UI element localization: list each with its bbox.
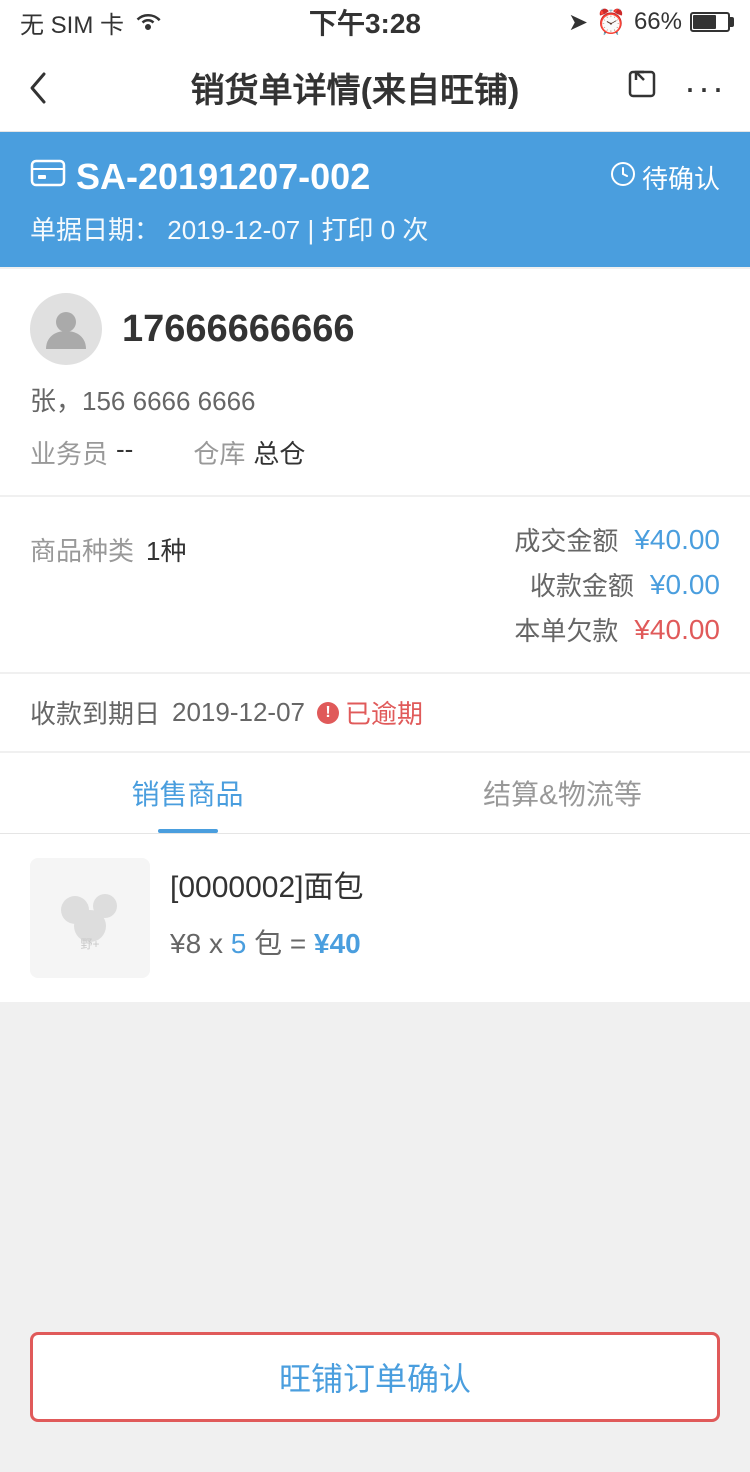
page-title: 销货单详情(来自旺铺) [84,63,626,112]
customer-meta: 业务员 -- 仓库 总仓 [30,434,720,471]
tabs-container: 销售商品 结算&物流等 [0,753,750,834]
alarm-icon: ⏰ [596,8,626,37]
status-left: 无 SIM 卡 [20,5,162,40]
stats-card: 商品种类 1种 成交金额 ¥40.00 收款金额 ¥0.00 本单欠款 ¥40.… [0,497,750,672]
product-list: 野+ [0000002]面包 ¥8 x 5 包 = ¥40 [0,834,750,1002]
order-number: SA-20191207-002 [30,156,370,198]
goods-type-label: 商品种类 [30,531,134,568]
warehouse-info: 仓库 总仓 [193,434,305,471]
tab-sales-products[interactable]: 销售商品 [0,753,375,833]
product-info: [0000002]面包 ¥8 x 5 包 = ¥40 [170,858,720,962]
empty-content-area [0,1002,750,1302]
goods-type-section: 商品种类 1种 [30,521,514,568]
received-row: 收款金额 ¥0.00 [514,566,720,603]
bottom-area: 旺铺订单确认 [0,1302,750,1472]
goods-type-value: 1种 [146,531,186,568]
due-date-card: 收款到期日 2019-12-07 ! 已逾期 [0,674,750,751]
product-thumbnail: 野+ [30,858,150,978]
qty-value: 5 [231,928,247,959]
status-badge: 待确认 [610,159,720,196]
debt-label: 本单欠款 [514,611,618,648]
overdue-badge: ! 已逾期 [317,694,423,731]
location-icon: ➤ [568,8,588,37]
battery-icon [690,12,730,32]
customer-phone: 17666666666 [122,308,354,351]
time-display: 下午3:28 [309,2,421,42]
amount-section: 成交金额 ¥40.00 收款金额 ¥0.00 本单欠款 ¥40.00 [514,521,720,648]
transaction-value: ¥40.00 [634,524,720,556]
share-icon[interactable] [624,66,660,109]
total-price: ¥40 [314,928,361,959]
sales-info: 业务员 -- [30,434,133,471]
status-right: ➤ ⏰ 66% [568,8,730,37]
battery-text: 66% [634,8,682,36]
customer-info: 张，156 6666 6666 [30,381,720,418]
overdue-text: 已逾期 [345,694,423,731]
carrier-text: 无 SIM 卡 [20,5,124,40]
debt-row: 本单欠款 ¥40.00 [514,611,720,648]
received-value: ¥0.00 [650,569,720,601]
nav-actions: ··· [626,66,726,109]
due-date-value: 2019-12-07 [172,697,305,728]
product-price: ¥8 x 5 包 = ¥40 [170,922,720,962]
order-status-text: 待确认 [642,159,720,196]
customer-card: 17666666666 张，156 6666 6666 业务员 -- 仓库 总仓 [0,269,750,495]
avatar [30,293,102,365]
confirm-order-button[interactable]: 旺铺订单确认 [30,1332,720,1422]
product-item: 野+ [0000002]面包 ¥8 x 5 包 = ¥40 [30,858,720,978]
status-bar: 无 SIM 卡 下午3:28 ➤ ⏰ 66% [0,0,750,44]
due-date-label: 收款到期日 [30,694,160,731]
order-icon [30,156,66,198]
order-header-card: SA-20191207-002 待确认 单据日期： 2019-12-07 | 打… [0,132,750,267]
order-date-line: 单据日期： 2019-12-07 | 打印 0 次 [30,210,720,247]
more-icon[interactable]: ··· [684,67,726,109]
back-button[interactable] [24,66,84,110]
transaction-row: 成交金额 ¥40.00 [514,521,720,558]
overdue-icon: ! [317,702,339,724]
wifi-icon [134,8,162,37]
tab-bar: 销售商品 结算&物流等 [0,753,750,833]
nav-bar: 销货单详情(来自旺铺) ··· [0,44,750,132]
product-name: [0000002]面包 [170,862,720,906]
received-label: 收款金额 [530,566,634,603]
transaction-label: 成交金额 [514,521,618,558]
clock-icon [610,161,636,194]
debt-value: ¥40.00 [634,614,720,646]
tab-settlement[interactable]: 结算&物流等 [375,753,750,833]
svg-text:野+: 野+ [80,937,99,951]
